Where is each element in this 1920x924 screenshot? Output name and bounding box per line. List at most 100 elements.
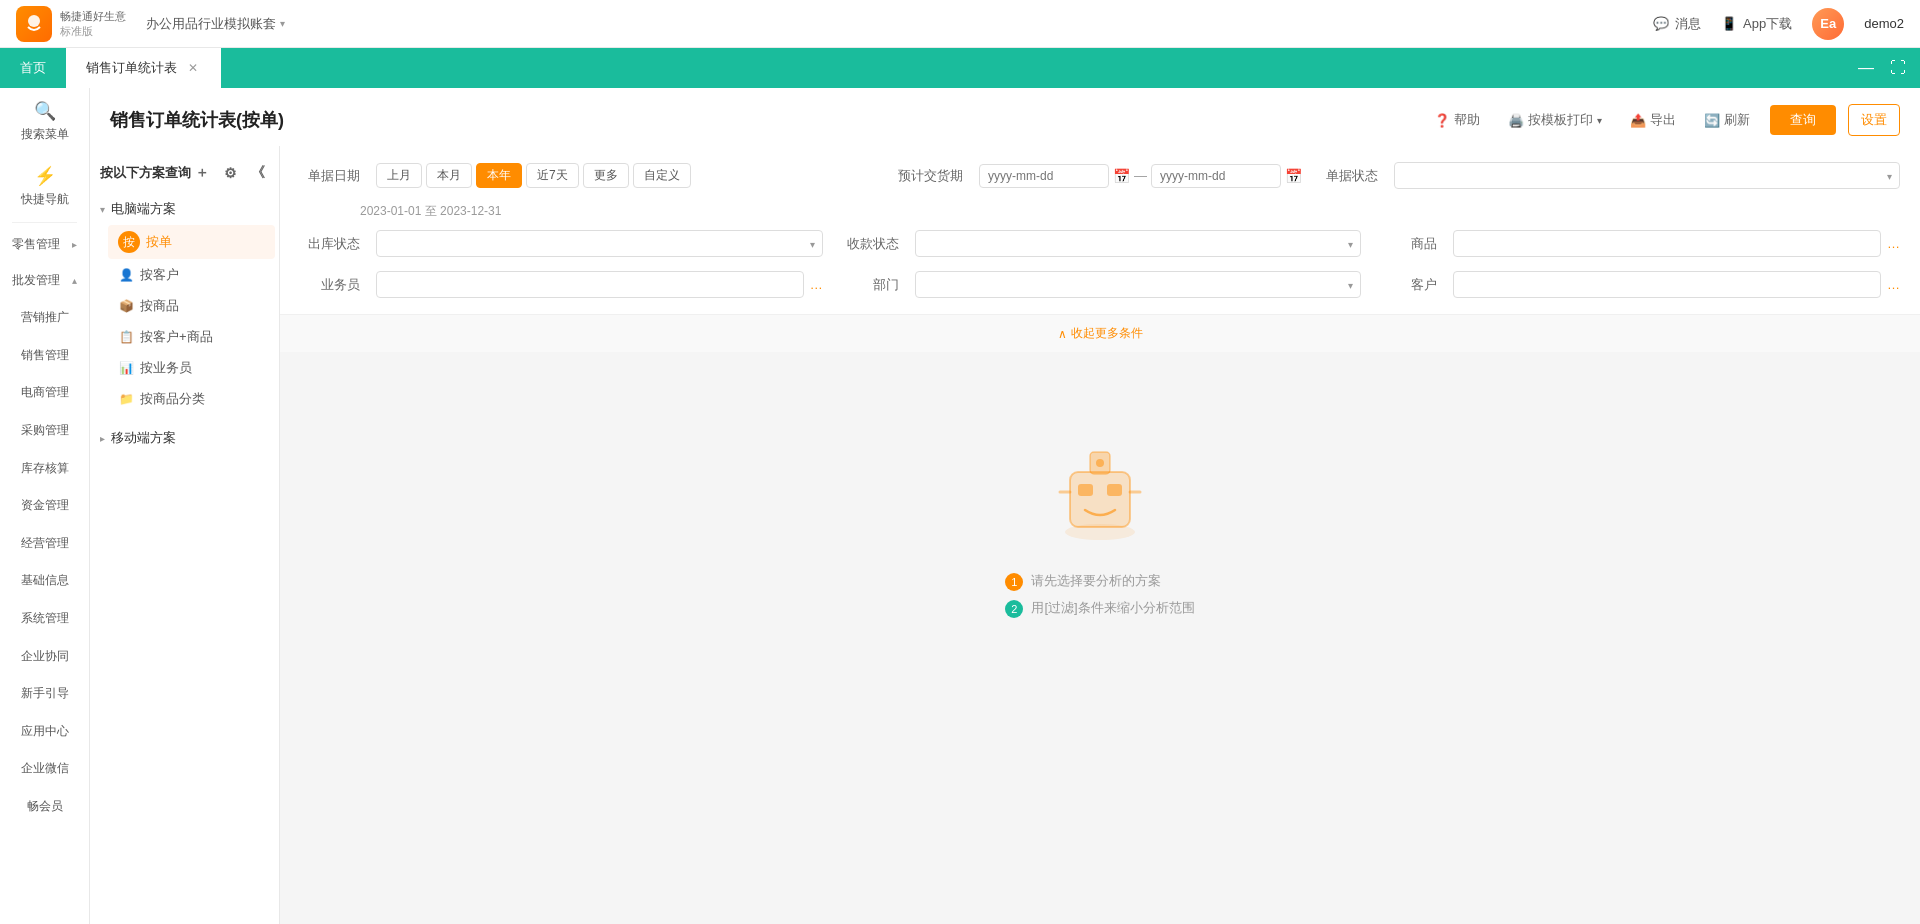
user-name[interactable]: demo2 bbox=[1864, 16, 1904, 31]
download-icon: 📱 bbox=[1721, 16, 1737, 31]
tab-sales-order-stats[interactable]: 销售订单统计表 ✕ bbox=[66, 48, 221, 88]
avatar[interactable]: Ea bbox=[1812, 8, 1844, 40]
product-input-wrap: … bbox=[1453, 230, 1900, 257]
tab-minimize-btn[interactable]: — bbox=[1852, 54, 1880, 82]
logo-icon bbox=[16, 6, 52, 42]
sidebar-item-enterprise[interactable]: 企业协同 bbox=[6, 639, 83, 675]
filter-row-3: 业务员 … 部门 ▾ 客户 bbox=[300, 271, 1900, 298]
sidebar-item-quick-nav[interactable]: ⚡ 快捷导航 bbox=[6, 155, 83, 218]
scheme-by-salesperson[interactable]: 📊 按业务员 bbox=[108, 353, 275, 383]
quick-nav-icon: ⚡ bbox=[34, 165, 56, 188]
expected-delivery-from-input[interactable] bbox=[979, 164, 1109, 188]
page-header: 销售订单统计表(按单) ❓ 帮助 🖨️ 按模板打印 ▾ 📤 导出 🔄 刷新 bbox=[90, 88, 1920, 146]
delivery-status-select[interactable] bbox=[376, 230, 823, 257]
payment-status-label: 收款状态 bbox=[839, 235, 899, 253]
svg-point-6 bbox=[1096, 459, 1104, 467]
bill-status-select[interactable] bbox=[1394, 162, 1900, 189]
product-more-icon[interactable]: … bbox=[1887, 236, 1900, 251]
calendar-from-icon[interactable]: 📅 bbox=[1113, 168, 1130, 184]
tree-expand-icon: ▾ bbox=[100, 204, 105, 215]
sidebar-item-inventory[interactable]: 库存核算 bbox=[6, 451, 83, 487]
collapse-bar[interactable]: ∧ 收起更多条件 bbox=[280, 315, 1920, 352]
export-btn[interactable]: 📤 导出 bbox=[1622, 107, 1684, 133]
message-action[interactable]: 💬 消息 bbox=[1653, 15, 1701, 33]
sidebar-item-system[interactable]: 系统管理 bbox=[6, 601, 83, 637]
app-selector[interactable]: 办公用品行业模拟账套 ▾ bbox=[138, 11, 293, 37]
department-select[interactable] bbox=[915, 271, 1362, 298]
sidebar-item-operations[interactable]: 经营管理 bbox=[6, 526, 83, 562]
scheme-by-product-category[interactable]: 📁 按商品分类 bbox=[108, 384, 275, 414]
product-scheme-icon: 📦 bbox=[118, 299, 134, 313]
tab-maximize-btn[interactable]: ⛶ bbox=[1884, 54, 1912, 82]
right-panel: 单据日期 上月 本月 本年 近7天 更多 自定义 预计交货期 bbox=[280, 146, 1920, 924]
product-input[interactable] bbox=[1453, 230, 1881, 257]
print-template-btn[interactable]: 🖨️ 按模板打印 ▾ bbox=[1500, 107, 1610, 133]
sidebar-item-member[interactable]: 畅会员 bbox=[6, 789, 83, 825]
refresh-btn[interactable]: 🔄 刷新 bbox=[1696, 107, 1758, 133]
sidebar-item-newcomer[interactable]: 新手引导 bbox=[6, 676, 83, 712]
empty-tip-2: 2 用[过滤]条件来缩小分析范围 bbox=[1005, 599, 1194, 618]
page-actions: ❓ 帮助 🖨️ 按模板打印 ▾ 📤 导出 🔄 刷新 查询 设置 bbox=[1426, 104, 1900, 136]
sidebar-item-retail[interactable]: 零售管理 ▸ bbox=[0, 227, 89, 263]
sidebar-item-sales[interactable]: 销售管理 bbox=[6, 338, 83, 374]
bill-status-wrap: ▾ bbox=[1394, 162, 1900, 189]
salesperson-input[interactable] bbox=[376, 271, 804, 298]
calendar-to-icon[interactable]: 📅 bbox=[1285, 168, 1302, 184]
settings-btn[interactable]: 设置 bbox=[1848, 104, 1900, 136]
sidebar-item-app-center[interactable]: 应用中心 bbox=[6, 714, 83, 750]
panel-header: 按以下方案查询 ＋ ⚙ 《 bbox=[90, 156, 279, 190]
left-panel: 按以下方案查询 ＋ ⚙ 《 ▾ 电脑端方案 按 按 bbox=[90, 146, 280, 924]
filter-row-2: 出库状态 ▾ 收款状态 ▾ bbox=[300, 230, 1900, 257]
sidebar-item-finance[interactable]: 资金管理 bbox=[6, 488, 83, 524]
payment-status-select[interactable] bbox=[915, 230, 1362, 257]
sidebar-item-purchase[interactable]: 采购管理 bbox=[6, 413, 83, 449]
svg-rect-4 bbox=[1107, 484, 1122, 496]
date-btn-last-7-days[interactable]: 近7天 bbox=[526, 163, 579, 188]
sidebar-item-wholesale[interactable]: 批发管理 ▴ bbox=[0, 263, 89, 299]
scheme-by-customer[interactable]: 👤 按客户 bbox=[108, 260, 275, 290]
collapse-panel-btn[interactable]: 《 bbox=[247, 162, 269, 184]
help-btn[interactable]: ❓ 帮助 bbox=[1426, 107, 1488, 133]
top-bar-right: 💬 消息 📱 App下载 Ea demo2 bbox=[1653, 8, 1904, 40]
customer-label: 客户 bbox=[1377, 276, 1437, 294]
content-area: 销售订单统计表(按单) ❓ 帮助 🖨️ 按模板打印 ▾ 📤 导出 🔄 刷新 bbox=[90, 88, 1920, 924]
delivery-status-wrap: ▾ bbox=[376, 230, 823, 257]
salesperson-more-icon[interactable]: … bbox=[810, 277, 823, 292]
salesperson-scheme-icon: 📊 bbox=[118, 361, 134, 375]
date-label: 单据日期 bbox=[300, 167, 360, 185]
query-btn[interactable]: 查询 bbox=[1770, 105, 1836, 135]
customer-input[interactable] bbox=[1453, 271, 1881, 298]
page-title: 销售订单统计表(按单) bbox=[110, 108, 284, 132]
filter-row-1: 单据日期 上月 本月 本年 近7天 更多 自定义 预计交货期 bbox=[300, 162, 1900, 189]
sidebar-item-ecommerce[interactable]: 电商管理 bbox=[6, 375, 83, 411]
add-scheme-btn[interactable]: ＋ bbox=[191, 162, 213, 184]
expected-delivery-label: 预计交货期 bbox=[898, 167, 963, 185]
date-btn-custom[interactable]: 自定义 bbox=[633, 163, 691, 188]
expected-delivery-to-input[interactable] bbox=[1151, 164, 1281, 188]
date-btn-current-year[interactable]: 本年 bbox=[476, 163, 522, 188]
desktop-section: ▾ 电脑端方案 按 按单 👤 按客户 📦 bbox=[90, 190, 279, 419]
sidebar-item-basic-info[interactable]: 基础信息 bbox=[6, 563, 83, 599]
logo-text: 畅捷通好生意 标准版 bbox=[60, 9, 126, 38]
sidebar-item-search-menu[interactable]: 🔍 搜索菜单 bbox=[6, 90, 83, 153]
customer-more-icon[interactable]: … bbox=[1887, 277, 1900, 292]
tree-parent-desktop[interactable]: ▾ 电脑端方案 bbox=[90, 194, 279, 224]
sidebar: 🔍 搜索菜单 ⚡ 快捷导航 零售管理 ▸ 批发管理 ▴ 营销推广 销售管理 电商… bbox=[0, 88, 90, 924]
scheme-by-order[interactable]: 按 按单 bbox=[108, 225, 275, 259]
tab-home[interactable]: 首页 bbox=[0, 48, 66, 88]
sidebar-item-enterprise-wechat[interactable]: 企业微信 bbox=[6, 751, 83, 787]
app-download-action[interactable]: 📱 App下载 bbox=[1721, 15, 1792, 33]
tab-close-icon[interactable]: ✕ bbox=[185, 60, 201, 76]
scheme-by-product[interactable]: 📦 按商品 bbox=[108, 291, 275, 321]
date-btn-more[interactable]: 更多 bbox=[583, 163, 629, 188]
scheme-by-customer-product[interactable]: 📋 按客户+商品 bbox=[108, 322, 275, 352]
chevron-up-icon: ▴ bbox=[72, 274, 77, 287]
customer-product-scheme-icon: 📋 bbox=[118, 330, 134, 344]
message-icon: 💬 bbox=[1653, 16, 1669, 31]
date-btn-current-month[interactable]: 本月 bbox=[426, 163, 472, 188]
edit-scheme-btn[interactable]: ⚙ bbox=[219, 162, 241, 184]
empty-tip-1: 1 请先选择要分析的方案 bbox=[1005, 572, 1194, 591]
tree-parent-mobile[interactable]: ▸ 移动端方案 bbox=[90, 423, 279, 453]
sidebar-item-marketing[interactable]: 营销推广 bbox=[6, 300, 83, 336]
date-btn-last-month[interactable]: 上月 bbox=[376, 163, 422, 188]
